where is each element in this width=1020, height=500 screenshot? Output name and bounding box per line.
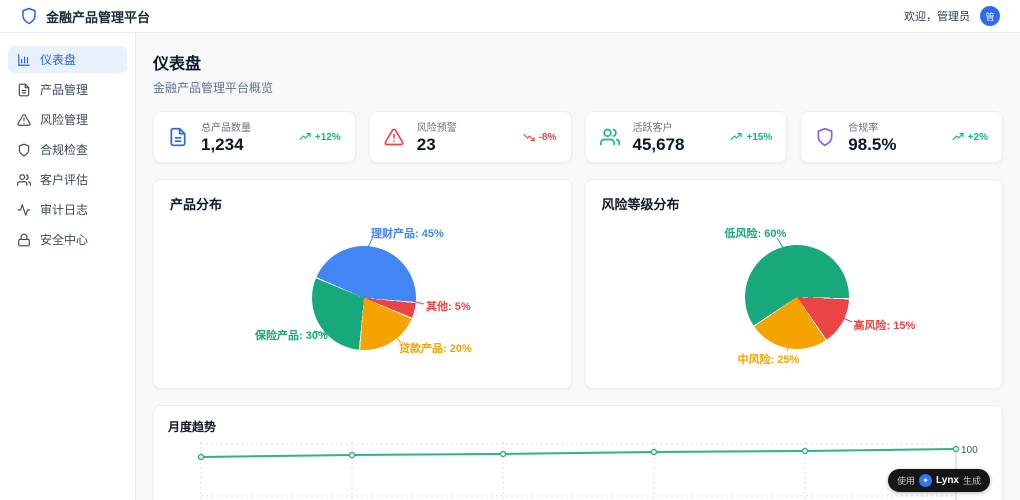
pie-charts-row: 产品分布 理财产品: 45% 其他: 5% 贷款产品: 20% 保险产品: 30… (153, 179, 1003, 389)
pie-slice-label: 保险产品: 30% (255, 330, 328, 342)
stat-card-active-customers: 活跃客户 45,678 +15% (584, 111, 788, 163)
sidebar-item-audit[interactable]: 审计日志 (8, 196, 127, 223)
lynx-logo-icon: ✦ (919, 474, 933, 487)
stat-value: 98.5% (848, 135, 897, 154)
sidebar-item-products[interactable]: 产品管理 (8, 76, 127, 103)
header-right: 欢迎，管理员 管 (904, 6, 1000, 26)
stat-trend-value: +12% (314, 131, 341, 143)
sidebar-item-label: 合规检查 (40, 143, 89, 157)
stat-label: 总产品数量 (201, 123, 251, 134)
stat-card-total-products: 总产品数量 1,234 +12% (153, 111, 356, 163)
shield-logo-icon (20, 7, 38, 25)
alert-triangle-icon (384, 127, 404, 147)
trending-up-icon (952, 132, 964, 142)
sidebar: 仪表盘 产品管理 风险管理 合规检查 客户评估 审计日志 安全中心 (0, 33, 136, 500)
pie-slice-label: 中风险: 25% (737, 354, 800, 366)
sidebar-item-customers[interactable]: 客户评估 (8, 166, 127, 193)
shield-icon (17, 143, 31, 157)
document-icon (168, 127, 188, 147)
activity-icon (17, 203, 31, 217)
shield-icon (815, 127, 835, 147)
pie-slice-label: 其他: 5% (426, 301, 471, 313)
stat-card-risk-alerts: 风险预警 23 -8% (368, 111, 572, 163)
top-header: 金融产品管理平台 欢迎，管理员 管 (0, 0, 1020, 33)
risk-level-distribution-card: 风险等级分布 低风险: 60% 高风险: 15% 中风险: 25% (584, 179, 1003, 389)
lynx-brand-name: Lynx (936, 475, 959, 486)
main-content: 仪表盘 金融产品管理平台概览 总产品数量 1,234 +12% 风险预警 23 … (136, 33, 1020, 500)
document-icon (17, 83, 31, 97)
pie-slice-label: 贷款产品: 20% (399, 343, 472, 355)
app-window: 金融产品管理平台 欢迎，管理员 管 仪表盘 产品管理 风险管理 合规检查 客户评… (0, 0, 1020, 500)
stat-card-compliance-rate: 合规率 98.5% +2% (800, 111, 1003, 163)
svg-text:100: 100 (961, 445, 978, 456)
app-title: 金融产品管理平台 (46, 9, 151, 25)
sidebar-item-label: 安全中心 (40, 233, 89, 247)
page-subtitle: 金融产品管理平台概览 (153, 81, 274, 95)
lock-icon (17, 233, 31, 247)
risk-level-pie (744, 245, 849, 349)
stat-value: 23 (416, 135, 436, 154)
brand: 金融产品管理平台 (20, 7, 150, 26)
welcome-text: 欢迎，管理员 (904, 11, 970, 23)
stat-value: 45,678 (632, 135, 685, 154)
monthly-trend-line-chart: 100 (197, 442, 978, 500)
trending-up-icon (730, 132, 742, 142)
stat-trend-value: +15% (746, 131, 773, 143)
monthly-trend-card: 月度趋势 100 (153, 405, 1003, 500)
stat-value: 1,234 (201, 135, 244, 154)
stat-cards-row: 总产品数量 1,234 +12% 风险预警 23 -8% 活跃客户 45,678… (153, 111, 1003, 163)
lynx-badge-suffix: 生成 (962, 476, 981, 486)
pie-slice-label: 高风险: 15% (853, 320, 916, 332)
product-distribution-card: 产品分布 理财产品: 45% 其他: 5% 贷款产品: 20% 保险产品: 30… (153, 179, 572, 389)
pie-slice-label: 理财产品: 45% (371, 228, 444, 240)
sidebar-item-label: 仪表盘 (40, 53, 77, 67)
sidebar-item-compliance[interactable]: 合规检查 (8, 136, 127, 163)
stat-trend-value: +2% (967, 131, 988, 143)
stat-trend-value: -8% (538, 131, 557, 143)
sidebar-item-label: 风险管理 (40, 113, 89, 127)
alert-triangle-icon (17, 113, 31, 127)
trending-up-icon (299, 132, 311, 142)
stat-label: 合规率 (848, 123, 879, 134)
page-title: 仪表盘 (153, 56, 202, 73)
avatar[interactable]: 管 (980, 6, 1000, 26)
stat-label: 风险预警 (416, 123, 457, 134)
sidebar-item-risk[interactable]: 风险管理 (8, 106, 127, 133)
chart-title: 产品分布 (170, 197, 223, 212)
lynx-badge[interactable]: 使用 ✦ Lynx 生成 (888, 469, 990, 492)
trending-down-icon (523, 132, 535, 142)
stat-label: 活跃客户 (632, 123, 673, 134)
users-icon (599, 127, 620, 147)
sidebar-item-label: 客户评估 (40, 173, 89, 187)
sidebar-item-security[interactable]: 安全中心 (8, 226, 127, 253)
users-icon (17, 173, 31, 187)
pie-slice-label: 低风险: 60% (724, 228, 787, 240)
dashboard-icon (17, 53, 31, 67)
sidebar-item-label: 审计日志 (40, 203, 89, 217)
sidebar-item-label: 产品管理 (40, 83, 89, 97)
chart-title: 风险等级分布 (601, 197, 680, 212)
sidebar-item-dashboard[interactable]: 仪表盘 (8, 46, 127, 73)
lynx-badge-prefix: 使用 (897, 476, 916, 486)
